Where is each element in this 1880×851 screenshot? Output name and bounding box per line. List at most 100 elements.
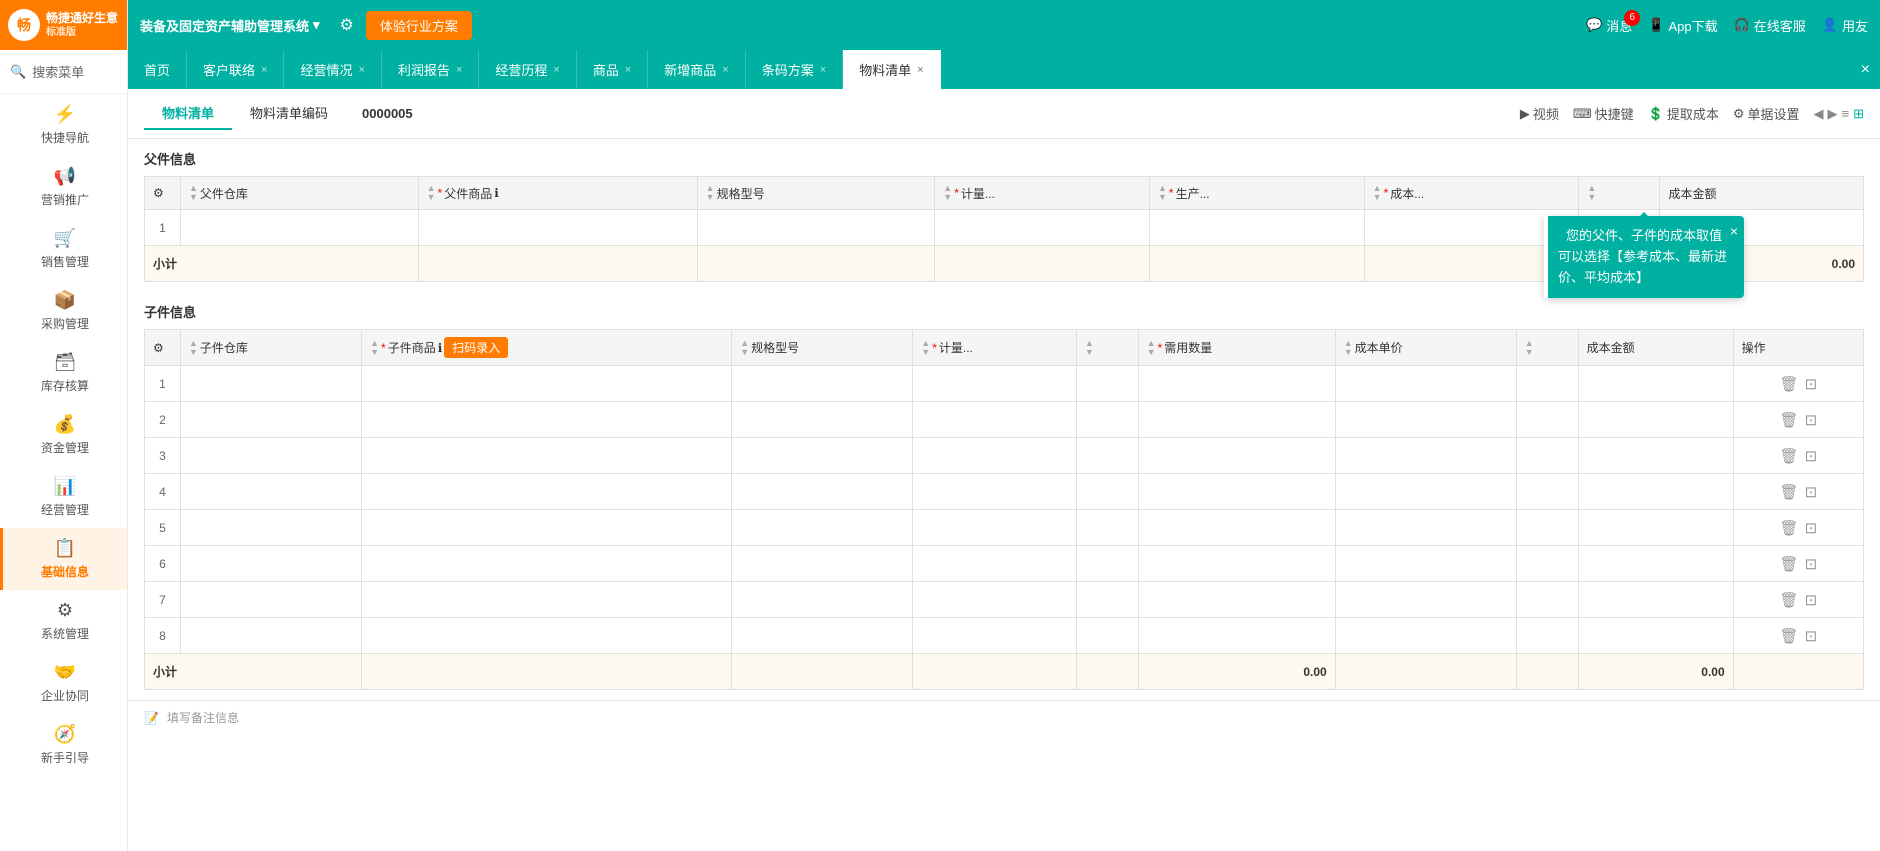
copy-icon-3[interactable]: ⊡ <box>1805 447 1818 465</box>
child-cell-spec-6[interactable] <box>732 546 913 582</box>
sidebar-item-quick-nav[interactable]: ⚡ 快捷导航 <box>0 94 127 156</box>
next-icon[interactable]: ▶ <box>1828 106 1838 122</box>
child-cell-spec-8[interactable] <box>732 618 913 654</box>
child-cell-extra2-6[interactable] <box>1516 546 1578 582</box>
copy-icon-8[interactable]: ⊡ <box>1805 627 1818 645</box>
child-cell-amount-7[interactable] <box>1578 582 1733 618</box>
sidebar-item-enterprise[interactable]: 🤝 企业协同 <box>0 652 127 714</box>
child-cell-extra-1[interactable] <box>1076 366 1138 402</box>
child-cell-extra2-5[interactable] <box>1516 510 1578 546</box>
child-cell-amount-2[interactable] <box>1578 402 1733 438</box>
child-cell-extra2-8[interactable] <box>1516 618 1578 654</box>
delete-icon-5[interactable]: 🗑 <box>1780 519 1799 537</box>
grid-view-icon[interactable]: ≡ <box>1842 106 1850 121</box>
child-cell-unit-1[interactable] <box>913 366 1077 402</box>
child-cell-extra2-1[interactable] <box>1516 366 1578 402</box>
child-cell-extra-2[interactable] <box>1076 402 1138 438</box>
scan-input-button[interactable]: 扫码录入 <box>444 337 508 358</box>
tab-close-goods[interactable]: × <box>625 64 631 76</box>
child-cell-warehouse-4[interactable] <box>181 474 362 510</box>
sidebar-item-finance[interactable]: 💰 资金管理 <box>0 404 127 466</box>
child-cell-spec-3[interactable] <box>732 438 913 474</box>
sidebar-search[interactable]: 🔍 搜索菜单 <box>0 50 127 94</box>
child-cell-warehouse-3[interactable] <box>181 438 362 474</box>
child-cell-warehouse-6[interactable] <box>181 546 362 582</box>
tab-close-profit[interactable]: × <box>456 64 462 76</box>
child-cell-unit-cost-3[interactable] <box>1335 438 1516 474</box>
delete-icon-6[interactable]: 🗑 <box>1780 555 1799 573</box>
child-cell-product-3[interactable] <box>362 438 732 474</box>
child-cell-unit-cost-7[interactable] <box>1335 582 1516 618</box>
sidebar-item-system[interactable]: ⚙ 系统管理 <box>0 590 127 652</box>
child-cell-unit-cost-1[interactable] <box>1335 366 1516 402</box>
child-cell-needed-1[interactable] <box>1138 366 1335 402</box>
child-cell-warehouse-5[interactable] <box>181 510 362 546</box>
sidebar-item-guide[interactable]: 🧭 新手引导 <box>0 714 127 776</box>
tab-barcode[interactable]: 条码方案 × <box>746 50 843 89</box>
copy-icon-4[interactable]: ⊡ <box>1805 483 1818 501</box>
child-cell-product-4[interactable] <box>362 474 732 510</box>
child-cell-unit-4[interactable] <box>913 474 1077 510</box>
tab-history[interactable]: 经营历程 × <box>479 50 576 89</box>
child-cell-needed-3[interactable] <box>1138 438 1335 474</box>
tab-close-barcode[interactable]: × <box>820 64 826 76</box>
parent-cell-production-1[interactable] <box>1149 210 1364 246</box>
tab-close-ops[interactable]: × <box>358 64 364 76</box>
delete-icon-1[interactable]: 🗑 <box>1780 375 1799 393</box>
experience-button[interactable]: 体验行业方案 <box>366 11 472 40</box>
child-cell-extra-6[interactable] <box>1076 546 1138 582</box>
child-cell-unit-7[interactable] <box>913 582 1077 618</box>
delete-icon-4[interactable]: 🗑 <box>1780 483 1799 501</box>
extract-cost-action[interactable]: 💲 提取成本 <box>1648 104 1719 123</box>
child-cell-unit-cost-6[interactable] <box>1335 546 1516 582</box>
child-cell-warehouse-1[interactable] <box>181 366 362 402</box>
child-cell-needed-6[interactable] <box>1138 546 1335 582</box>
child-cell-spec-4[interactable] <box>732 474 913 510</box>
sidebar-item-sales[interactable]: 🛒 销售管理 <box>0 218 127 280</box>
delete-icon-8[interactable]: 🗑 <box>1780 627 1799 645</box>
child-cell-extra-3[interactable] <box>1076 438 1138 474</box>
parent-cell-unit-1[interactable] <box>935 210 1150 246</box>
tab-close-new-goods[interactable]: × <box>722 64 728 76</box>
child-cell-extra2-2[interactable] <box>1516 402 1578 438</box>
tab-close-customer[interactable]: × <box>261 64 267 76</box>
tab-home[interactable]: 首页 <box>128 50 187 89</box>
child-cell-unit-cost-2[interactable] <box>1335 402 1516 438</box>
copy-icon-7[interactable]: ⊡ <box>1805 591 1818 609</box>
sidebar-item-inventory[interactable]: 🗃 库存核算 <box>0 342 127 404</box>
child-cell-unit-3[interactable] <box>913 438 1077 474</box>
parent-cell-warehouse-1[interactable] <box>181 210 419 246</box>
child-cell-amount-1[interactable] <box>1578 366 1733 402</box>
sidebar-item-marketing[interactable]: 📢 营销推广 <box>0 156 127 218</box>
child-cell-warehouse-2[interactable] <box>181 402 362 438</box>
app-download-button[interactable]: 📱 App下载 <box>1648 16 1717 35</box>
tab-profit[interactable]: 利润报告 × <box>382 50 479 89</box>
child-cell-unit-cost-5[interactable] <box>1335 510 1516 546</box>
single-settings-action[interactable]: ⚙ 单据设置 <box>1733 104 1800 123</box>
online-service-button[interactable]: 🎧 在线客服 <box>1734 16 1806 35</box>
child-cell-spec-1[interactable] <box>732 366 913 402</box>
child-cell-extra-5[interactable] <box>1076 510 1138 546</box>
list-view-icon[interactable]: ⊞ <box>1853 106 1864 122</box>
child-cell-product-8[interactable] <box>362 618 732 654</box>
bottom-hint-bar[interactable]: 📝 填写备注信息 <box>128 700 1880 734</box>
tab-customer[interactable]: 客户联络 × <box>187 50 284 89</box>
child-cell-amount-5[interactable] <box>1578 510 1733 546</box>
copy-icon-5[interactable]: ⊡ <box>1805 519 1818 537</box>
child-cell-spec-5[interactable] <box>732 510 913 546</box>
child-cell-needed-4[interactable] <box>1138 474 1335 510</box>
tab-goods[interactable]: 商品 × <box>577 50 648 89</box>
child-cell-extra2-3[interactable] <box>1516 438 1578 474</box>
child-cell-product-6[interactable] <box>362 546 732 582</box>
child-cell-needed-8[interactable] <box>1138 618 1335 654</box>
child-cell-amount-8[interactable] <box>1578 618 1733 654</box>
child-cell-amount-4[interactable] <box>1578 474 1733 510</box>
sidebar-item-purchase[interactable]: 📦 采购管理 <box>0 280 127 342</box>
child-cell-needed-5[interactable] <box>1138 510 1335 546</box>
child-cell-needed-7[interactable] <box>1138 582 1335 618</box>
child-cell-spec-7[interactable] <box>732 582 913 618</box>
child-cell-needed-2[interactable] <box>1138 402 1335 438</box>
child-cell-spec-2[interactable] <box>732 402 913 438</box>
prev-icon[interactable]: ◀ <box>1814 106 1824 122</box>
child-cell-product-2[interactable] <box>362 402 732 438</box>
